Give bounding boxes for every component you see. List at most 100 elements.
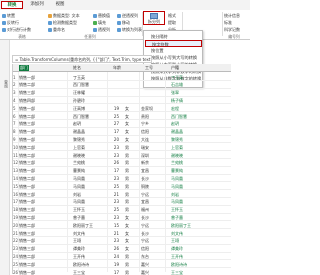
table-row[interactable]: 9 销售一部 黎锦秀 20 女 大连 黎锦秀	[13, 135, 231, 144]
column-header-name[interactable]: 姓名	[73, 65, 81, 71]
formula-bar[interactable]: = Table.TransformColumns(重命名的列, {{"部门", …	[12, 55, 152, 63]
tab-view[interactable]: 视图	[52, 1, 68, 9]
table-cell: 信阳	[141, 246, 149, 252]
column-header-age[interactable]: 年龄	[113, 65, 121, 71]
table-cell: 上官菊	[73, 144, 85, 150]
table-row[interactable]: 10 销售二部 上官菊 23 男 瑞安 上官菊	[13, 143, 231, 152]
table-row[interactable]: 4 销售四部 孙碧玲 杨子倩	[13, 96, 231, 105]
statistics-button[interactable]: 统计信息	[224, 13, 240, 19]
table-cell: 26	[113, 160, 119, 166]
reverse-rows-button[interactable]: 反转行	[2, 20, 19, 26]
table-row[interactable]: 6 销售二部 西门智慧 25 女 贵阳 西门智慧	[13, 112, 231, 120]
convert-list-button[interactable]: 转换为列表	[117, 27, 142, 33]
table-row[interactable]: 5 销售一部 汪高博 19 女 金家坝 宏程	[13, 104, 231, 113]
table-cell: 赵玥	[73, 121, 81, 127]
table-cell: 王三宝	[73, 269, 85, 275]
table-row[interactable]: 22 销售一部 王翊 23 女 宁远 王翊	[13, 237, 231, 245]
table-cell: 铜陵	[141, 183, 149, 189]
table-cell: 销售一部	[19, 183, 35, 189]
standard-button[interactable]: 标准	[224, 20, 232, 26]
table-cell: 24	[113, 253, 119, 259]
table-cell: 男	[125, 144, 129, 150]
split-column-button[interactable]: 拆分列	[143, 11, 165, 25]
table-cell: 24	[13, 253, 19, 259]
table-cell: 销售一部	[19, 105, 35, 111]
rename-icon	[48, 28, 52, 32]
table-cell: 王开伟	[171, 253, 183, 259]
menu-item-by-number-of-characters[interactable]: 按字符数	[145, 40, 202, 47]
column-header-id[interactable]: 工号	[145, 65, 153, 71]
table-cell: 信阳	[141, 129, 149, 135]
table-cell: 销售二部	[19, 144, 35, 150]
queries-pane[interactable]: 查询	[0, 40, 10, 275]
table-row[interactable]: 15 销售一部 马凤凰 25 男 铜陵 马凤凰	[13, 182, 231, 191]
detect-type-button[interactable]: 检测数据类型	[48, 20, 77, 26]
table-cell: 销售二部	[19, 82, 35, 88]
table-cell: 19	[113, 261, 119, 267]
detect-type-icon	[48, 21, 52, 25]
table-row[interactable]: 1 销售一部 丁玉英 丁玉英	[13, 73, 231, 81]
data-type-dropdown[interactable]: 数据类型: 文本	[48, 13, 80, 19]
table-row[interactable]: 24 销售二部 王开伟 24 男东台 王开伟	[13, 252, 231, 261]
rename-button[interactable]: 重命名	[48, 27, 65, 33]
table-row[interactable]: 13 销售一部 曹景纯 17 男 宜昌 曹景纯	[13, 167, 231, 175]
table-cell: 宁乡	[141, 121, 149, 127]
table-cell: 2	[13, 82, 16, 88]
table-row[interactable]: 18 销售三部 王怀玉 25 男 福州 王怀玉	[13, 206, 231, 214]
column-header-household[interactable]: 户籍	[171, 65, 179, 71]
table-cell: 销售三部	[19, 246, 35, 252]
group-label-table: 表格	[18, 34, 26, 39]
table-cell: 孙碧玲	[73, 97, 85, 103]
table-cell: 销售三部	[19, 160, 35, 166]
table-cell: 宁远	[141, 238, 149, 244]
table-cell: 10	[13, 144, 19, 150]
table-row[interactable]: 20 销售二部 欧阳丽丁王 15 女 宁远 欧阳丽丁王	[13, 221, 231, 230]
table-row[interactable]: 19 销售二部 曾子墨 23 女 长沙 曾子墨	[13, 213, 231, 222]
table-cell: 宜昌	[141, 168, 149, 174]
menu-item-lower-to-upper[interactable]: 按照从小写到大写的转换	[145, 54, 202, 61]
table-row[interactable]: 16 销售三部 刘岩 21 男 宁远 刘岩	[13, 190, 231, 198]
tab-transform[interactable]: 转换	[1, 1, 23, 9]
tab-add-column[interactable]: 添加列	[27, 1, 47, 9]
table-row[interactable]: 21 销售三部 刘文伟 21 女长沙 刘文伟	[13, 229, 231, 237]
table-cell: 19	[113, 105, 119, 111]
table-cell: 赵玥	[171, 121, 179, 127]
move-button[interactable]: 移动	[117, 20, 130, 26]
table-row[interactable]: 14 销售二部 马凤凰 23 男 长沙 马凤凰	[13, 174, 231, 183]
menu-item-by-delimiter[interactable]: 按分隔符	[145, 33, 202, 40]
pivot-column-button[interactable]: 透视列	[93, 27, 110, 33]
table-row[interactable]: 23 销售三部 谭美玲 26 女 信阳 谭美玲	[13, 245, 231, 253]
table-cell: 销售一部	[19, 74, 35, 80]
table-row[interactable]: 2 销售二部 西门智慧 石吉雄	[13, 81, 231, 89]
table-row[interactable]: 17 销售一部 马凤凰 23 男 宜昌 马凤凰	[13, 198, 231, 206]
transpose-button[interactable]: 转置	[2, 13, 15, 19]
count-rows-button[interactable]: 对行进行计数	[2, 27, 31, 33]
table-row[interactable]: 26 销售一部 王三宝 17 男 嘉兴 王三宝	[13, 268, 231, 275]
table-cell: 欧阳丽丁王	[73, 222, 93, 228]
extract-button[interactable]: 提取	[168, 20, 176, 26]
table-cell: 汪林耀	[73, 90, 85, 96]
fill-button[interactable]: 填充	[93, 20, 106, 26]
table-cell: 长沙	[141, 175, 149, 181]
table-cell: 23	[113, 175, 119, 181]
table-cell: 23	[113, 214, 119, 220]
table-cell: 宜昌	[141, 199, 149, 205]
table-cell: 销售三部	[19, 207, 35, 213]
table-cell: 销售一部	[19, 238, 35, 244]
table-row[interactable]: 25 销售二部 欧阳诗诗 19 男 嘉兴 欧阳诗诗	[13, 260, 231, 269]
table-cell: 男	[125, 152, 129, 158]
table-row[interactable]: 11 销售二部 谢晓晓 23 男 深圳 谢晓晓	[13, 151, 231, 159]
scientific-button[interactable]: 科学记数	[224, 27, 240, 33]
table-cell: 刘岩	[171, 191, 179, 197]
menu-item-by-positions[interactable]: 按位置	[145, 47, 202, 54]
unpivot-button[interactable]: 逆透视列	[117, 13, 138, 19]
table-row[interactable]: 7 销售三部 赵玥 27 女 宁乡 赵玥	[13, 120, 231, 128]
table-row[interactable]: 8 销售一部 谢晶晶 17 女 信阳 谢晶晶	[13, 128, 231, 136]
format-button[interactable]: 格式	[168, 13, 176, 19]
column-header-department[interactable]: 部门	[19, 65, 29, 71]
replace-values-button[interactable]: 替换值	[93, 13, 110, 19]
ribbon-tabs: 转换 添加列 视图	[0, 0, 250, 10]
table-row[interactable]: 3 销售三部 汪林耀 张翠	[13, 89, 231, 97]
table-cell: 曹景纯	[73, 168, 85, 174]
table-row[interactable]: 12 销售三部 兰宛桃 26 男 新余 兰宛桃	[13, 159, 231, 167]
